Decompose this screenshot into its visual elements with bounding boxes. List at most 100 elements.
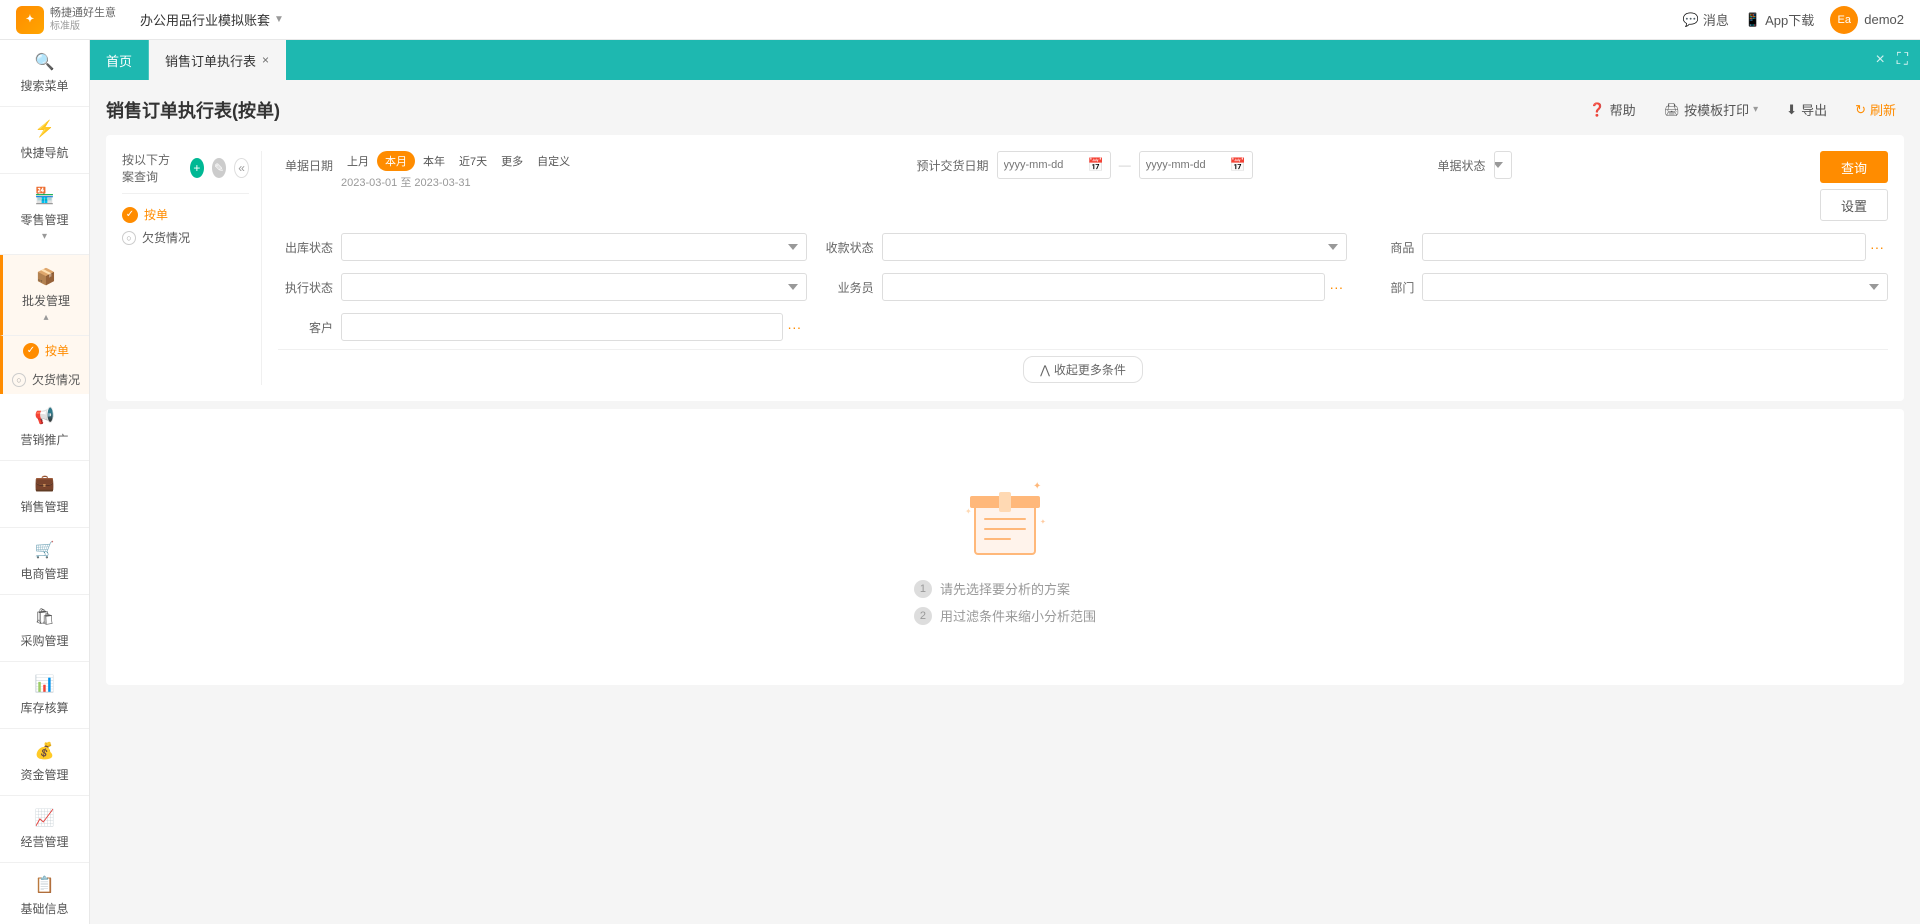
sidebar-item-finance[interactable]: 💰 资金管理 xyxy=(0,729,89,796)
logo-icon: ✦ xyxy=(16,6,44,34)
payment-status-control xyxy=(882,233,1348,261)
calendar-start-icon[interactable]: 📅 xyxy=(1088,157,1104,173)
breadcrumb-arrow-icon: ▼ xyxy=(274,14,284,25)
svg-text:✦: ✦ xyxy=(1040,518,1046,526)
tab-sales-order[interactable]: 销售订单执行表 × xyxy=(149,40,286,80)
collapse-button[interactable]: ⋀ 收起更多条件 xyxy=(1023,356,1143,383)
goods-control: ··· xyxy=(1422,233,1888,261)
goods-more-button[interactable]: ··· xyxy=(1866,239,1888,255)
payment-status-label: 收款状态 xyxy=(819,239,874,256)
scheme-debt[interactable]: ○ 欠货情况 xyxy=(122,223,249,252)
calendar-end-icon[interactable]: 📅 xyxy=(1230,157,1246,173)
scheme-receipt[interactable]: ✓ 按单 xyxy=(122,206,249,223)
sidebar-item-quick-nav[interactable]: ⚡ 快捷导航 xyxy=(0,107,89,174)
scheme-debt-dot: ○ xyxy=(122,231,136,245)
salesperson-input[interactable] xyxy=(882,273,1326,301)
sidebar-item-wholesale[interactable]: 📦 批发管理 ▴ xyxy=(0,255,89,336)
query-button[interactable]: 查询 xyxy=(1820,151,1888,183)
date-tab-this-month[interactable]: 本月 xyxy=(377,151,415,171)
content-area: 首页 销售订单执行表 × × ⛶ 销售订单执行表(按单) ❓ 帮助 xyxy=(90,40,1920,924)
wholesale-arrow-icon: ▴ xyxy=(43,312,48,323)
date-tab-custom[interactable]: 自定义 xyxy=(531,151,576,171)
empty-hint-2: 2 用过滤条件来缩小分析范围 xyxy=(914,606,1096,625)
status-select[interactable] xyxy=(1494,151,1512,179)
filter-panel: 按以下方案查询 + ✎ « ✓ 按单 ○ 欠货情况 xyxy=(106,135,1904,401)
hint-num-1: 1 xyxy=(914,580,932,598)
expected-date-end-input[interactable] xyxy=(1146,159,1226,171)
refresh-icon: ↻ xyxy=(1855,102,1866,118)
salesperson-item: 业务员 ··· xyxy=(819,273,1348,301)
collapse-scheme-button[interactable]: « xyxy=(234,158,249,178)
sidebar-sub-receipt[interactable]: ✓ 按单 xyxy=(3,336,89,365)
sales-mgmt-icon: 💼 xyxy=(35,473,55,493)
dept-item: 部门 xyxy=(1359,273,1888,301)
goods-item: 商品 ··· xyxy=(1359,233,1888,261)
expected-date-label: 预计交货日期 xyxy=(917,157,989,174)
header-left: ✦ 畅捷通好生意 标准版 办公用品行业模拟账套 ▼ xyxy=(16,6,284,34)
sidebar-item-search[interactable]: 🔍 搜索菜单 xyxy=(0,40,89,107)
refresh-button[interactable]: ↻ 刷新 xyxy=(1847,96,1904,123)
app-download-button[interactable]: 📱 App下载 xyxy=(1745,10,1814,29)
date-tab-this-year[interactable]: 本年 xyxy=(417,151,451,171)
user-menu[interactable]: Ea demo2 xyxy=(1830,6,1904,34)
sidebar-item-retail[interactable]: 🏪 零售管理 ▾ xyxy=(0,174,89,255)
help-icon: ❓ xyxy=(1589,102,1605,118)
salesperson-control: ··· xyxy=(882,273,1348,301)
dept-select[interactable] xyxy=(1422,273,1888,301)
help-button[interactable]: ❓ 帮助 xyxy=(1581,96,1643,123)
print-button[interactable]: 🖨 按模板打印 ▾ xyxy=(1656,96,1767,123)
svg-text:✦: ✦ xyxy=(1033,481,1041,492)
sidebar-item-inventory[interactable]: 📊 库存核算 xyxy=(0,662,89,729)
sidebar-item-purchase[interactable]: 🛍 采购管理 xyxy=(0,595,89,662)
main-layout: 🔍 搜索菜单 ⚡ 快捷导航 🏪 零售管理 ▾ 📦 批发管理 ▴ ✓ 按单 ○ 欠… xyxy=(0,40,1920,924)
customer-more-button[interactable]: ··· xyxy=(783,319,805,335)
sidebar-item-marketing[interactable]: 📢 营销推广 xyxy=(0,394,89,461)
date-separator: — xyxy=(1119,158,1131,172)
sidebar-sub-debt[interactable]: ○ 欠货情况 xyxy=(3,365,89,394)
tab-home[interactable]: 首页 xyxy=(90,40,149,80)
date-tab-7days[interactable]: 近7天 xyxy=(453,151,493,171)
delivery-status-item: 出库状态 xyxy=(278,233,807,261)
sidebar-item-sales-mgmt[interactable]: 💼 销售管理 xyxy=(0,461,89,528)
settings-button[interactable]: 设置 xyxy=(1820,189,1888,221)
filter-content: 单据日期 上月 本月 本年 近7天 更多 自定义 xyxy=(262,151,1888,385)
sidebar-item-basic[interactable]: 📋 基础信息 xyxy=(0,863,89,924)
filter-row-3: 执行状态 业务员 xyxy=(278,273,1888,301)
export-icon: ⬇ xyxy=(1786,102,1797,118)
expected-date-start-input[interactable] xyxy=(1004,159,1084,171)
collapse-row: ⋀ 收起更多条件 xyxy=(278,349,1888,385)
page-title: 销售订单执行表(按单) xyxy=(106,97,280,123)
payment-status-select[interactable] xyxy=(882,233,1348,261)
sidebar: 🔍 搜索菜单 ⚡ 快捷导航 🏪 零售管理 ▾ 📦 批发管理 ▴ ✓ 按单 ○ 欠… xyxy=(0,40,90,924)
sidebar-item-operation[interactable]: 📈 经营管理 xyxy=(0,796,89,863)
salesperson-more-button[interactable]: ··· xyxy=(1325,279,1347,295)
collapse-icon: ⋀ xyxy=(1040,363,1050,377)
sidebar-item-ecommerce[interactable]: 🛒 电商管理 xyxy=(0,528,89,595)
empty-hint-1: 1 请先选择要分析的方案 xyxy=(914,579,1070,598)
tab-fullscreen-button[interactable]: ⛶ xyxy=(1897,51,1908,69)
customer-input[interactable] xyxy=(341,313,783,341)
breadcrumb[interactable]: 办公用品行业模拟账套 ▼ xyxy=(140,10,284,29)
message-button[interactable]: 💬 消息 xyxy=(1683,10,1729,29)
receipt-dot: ✓ xyxy=(23,343,39,359)
expected-date-start[interactable]: 📅 xyxy=(997,151,1111,179)
tab-close-button[interactable]: × xyxy=(262,53,269,67)
export-button[interactable]: ⬇ 导出 xyxy=(1778,96,1835,123)
empty-illustration: ✦ ✦ ✦ xyxy=(955,469,1055,559)
date-tab-last-month[interactable]: 上月 xyxy=(341,151,375,171)
quick-nav-icon: ⚡ xyxy=(35,119,55,139)
expected-date-end[interactable]: 📅 xyxy=(1139,151,1253,179)
date-range-display: 2023-03-01 至 2023-03-31 xyxy=(341,174,580,190)
add-scheme-button[interactable]: + xyxy=(190,158,204,178)
header-right: 💬 消息 📱 App下载 Ea demo2 xyxy=(1683,6,1904,34)
delivery-status-control xyxy=(341,233,807,261)
delivery-status-select[interactable] xyxy=(341,233,807,261)
exec-status-select[interactable] xyxy=(341,273,807,301)
query-buttons: 查询 设置 xyxy=(1820,151,1888,221)
tab-close-all-button[interactable]: × xyxy=(1875,51,1884,69)
edit-scheme-button[interactable]: ✎ xyxy=(212,158,226,178)
date-tab-more[interactable]: 更多 xyxy=(495,151,529,171)
goods-input[interactable] xyxy=(1422,233,1866,261)
filter-row-2: 出库状态 收款状态 xyxy=(278,233,1888,261)
page-title-bar: 销售订单执行表(按单) ❓ 帮助 🖨 按模板打印 ▾ ⬇ 导出 xyxy=(106,96,1904,123)
